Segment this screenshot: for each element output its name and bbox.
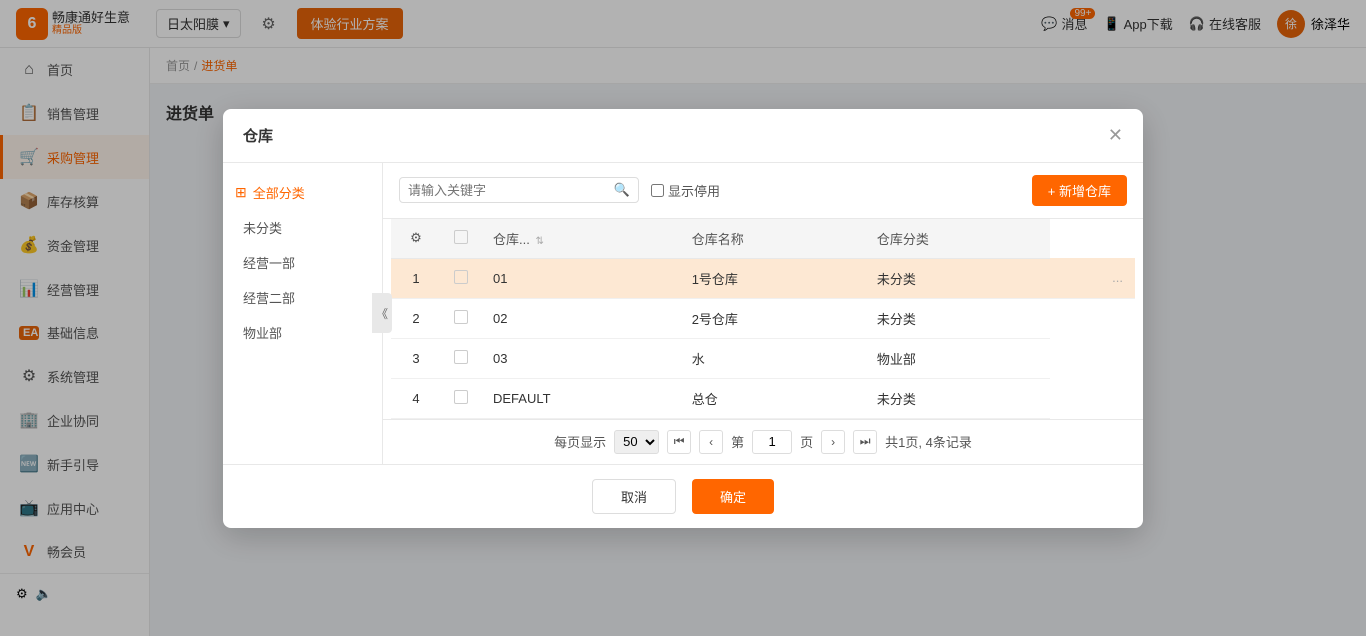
confirm-button[interactable]: 确定 xyxy=(692,479,774,514)
search-icon[interactable]: 🔍 xyxy=(614,182,630,198)
sort-code-icon: ⇅ xyxy=(535,236,543,247)
row-more-0[interactable]: ... xyxy=(1050,258,1135,298)
first-page-button[interactable]: ⏮ xyxy=(667,430,691,454)
warehouse-modal: 仓库 ✕ ⊞ 全部分类 未分类 经营一部 经营二部 物业部 《 xyxy=(223,109,1143,528)
row-category-1: 未分类 xyxy=(865,258,1050,298)
row-checkbox-1[interactable] xyxy=(441,258,481,298)
row-name-4: 总仓 xyxy=(680,378,865,418)
col-header-code: 仓库... ⇅ xyxy=(481,219,680,259)
category-sidebar: ⊞ 全部分类 未分类 经营一部 经营二部 物业部 《 xyxy=(223,163,383,464)
category-all[interactable]: ⊞ 全部分类 xyxy=(223,175,382,210)
row-name-2: 2号仓库 xyxy=(680,298,865,338)
warehouse-table: ⚙ 仓库... ⇅ 仓库名称 xyxy=(391,219,1135,419)
prev-page-button[interactable]: ‹ xyxy=(699,430,723,454)
add-warehouse-button[interactable]: + 新增仓库 xyxy=(1032,175,1127,206)
row-category-2: 未分类 xyxy=(865,298,1050,338)
row-code-1: 01 xyxy=(481,258,680,298)
row-num-4: 4 xyxy=(391,378,441,418)
modal-overlay: 仓库 ✕ ⊞ 全部分类 未分类 经营一部 经营二部 物业部 《 xyxy=(0,0,1366,636)
warehouse-table-wrap: ⚙ 仓库... ⇅ 仓库名称 xyxy=(383,219,1143,419)
page-number-input[interactable] xyxy=(752,430,792,454)
row-code-3: 03 xyxy=(481,338,680,378)
category-unclassified[interactable]: 未分类 xyxy=(223,210,382,245)
table-row[interactable]: 3 03 水 物业部 xyxy=(391,338,1135,378)
modal-header: 仓库 ✕ xyxy=(223,109,1143,163)
col-header-checkbox xyxy=(441,219,481,259)
table-row[interactable]: 1 01 1号仓库 未分类 ... xyxy=(391,258,1135,298)
modal-body: ⊞ 全部分类 未分类 经营一部 经营二部 物业部 《 🔍 xyxy=(223,163,1143,464)
grid-icon: ⊞ xyxy=(235,184,247,201)
select-all-checkbox[interactable] xyxy=(454,230,468,244)
row-name-3: 水 xyxy=(680,338,865,378)
row-num-3: 3 xyxy=(391,338,441,378)
row-num-2: 2 xyxy=(391,298,441,338)
row-num-1: 1 xyxy=(391,258,441,298)
table-area: 🔍 显示停用 + 新增仓库 ⚙ xyxy=(383,163,1143,464)
cancel-button[interactable]: 取消 xyxy=(592,479,676,514)
modal-close-button[interactable]: ✕ xyxy=(1108,125,1123,146)
col-header-name: 仓库名称 xyxy=(680,219,865,259)
per-page-select[interactable]: 50 xyxy=(614,430,659,454)
collapse-category-button[interactable]: 《 xyxy=(372,293,392,333)
table-body: 1 01 1号仓库 未分类 ... 2 02 2号仓库 未分类 3 03 水 物… xyxy=(391,258,1135,418)
search-input[interactable] xyxy=(408,183,610,198)
row-checkbox-2[interactable] xyxy=(441,298,481,338)
row-checkbox-4[interactable] xyxy=(441,378,481,418)
row-category-3: 物业部 xyxy=(865,338,1050,378)
search-box[interactable]: 🔍 xyxy=(399,177,639,203)
category-dept2[interactable]: 经营二部 xyxy=(223,280,382,315)
next-page-button[interactable]: › xyxy=(821,430,845,454)
row-code-4: DEFAULT xyxy=(481,378,680,418)
modal-title: 仓库 xyxy=(243,125,273,146)
row-code-2: 02 xyxy=(481,298,680,338)
pagination: 每页显示 50 ⏮ ‹ 第 页 › ⏭ 共1页, 4条记录 xyxy=(383,419,1143,464)
gear-icon: ⚙ xyxy=(410,230,422,245)
col-header-category: 仓库分类 xyxy=(865,219,1050,259)
last-page-button[interactable]: ⏭ xyxy=(853,430,877,454)
row-category-4: 未分类 xyxy=(865,378,1050,418)
category-dept1[interactable]: 经营一部 xyxy=(223,245,382,280)
show-disabled-checkbox[interactable]: 显示停用 xyxy=(651,181,720,200)
show-disabled-input[interactable] xyxy=(651,184,664,197)
col-header-gear: ⚙ xyxy=(391,219,441,259)
table-row[interactable]: 2 02 2号仓库 未分类 xyxy=(391,298,1135,338)
table-header-row: ⚙ 仓库... ⇅ 仓库名称 xyxy=(391,219,1135,259)
table-row[interactable]: 4 DEFAULT 总仓 未分类 xyxy=(391,378,1135,418)
table-toolbar: 🔍 显示停用 + 新增仓库 xyxy=(383,163,1143,219)
category-property[interactable]: 物业部 xyxy=(223,315,382,350)
modal-footer: 取消 确定 xyxy=(223,464,1143,528)
row-checkbox-3[interactable] xyxy=(441,338,481,378)
row-name-1: 1号仓库 xyxy=(680,258,865,298)
